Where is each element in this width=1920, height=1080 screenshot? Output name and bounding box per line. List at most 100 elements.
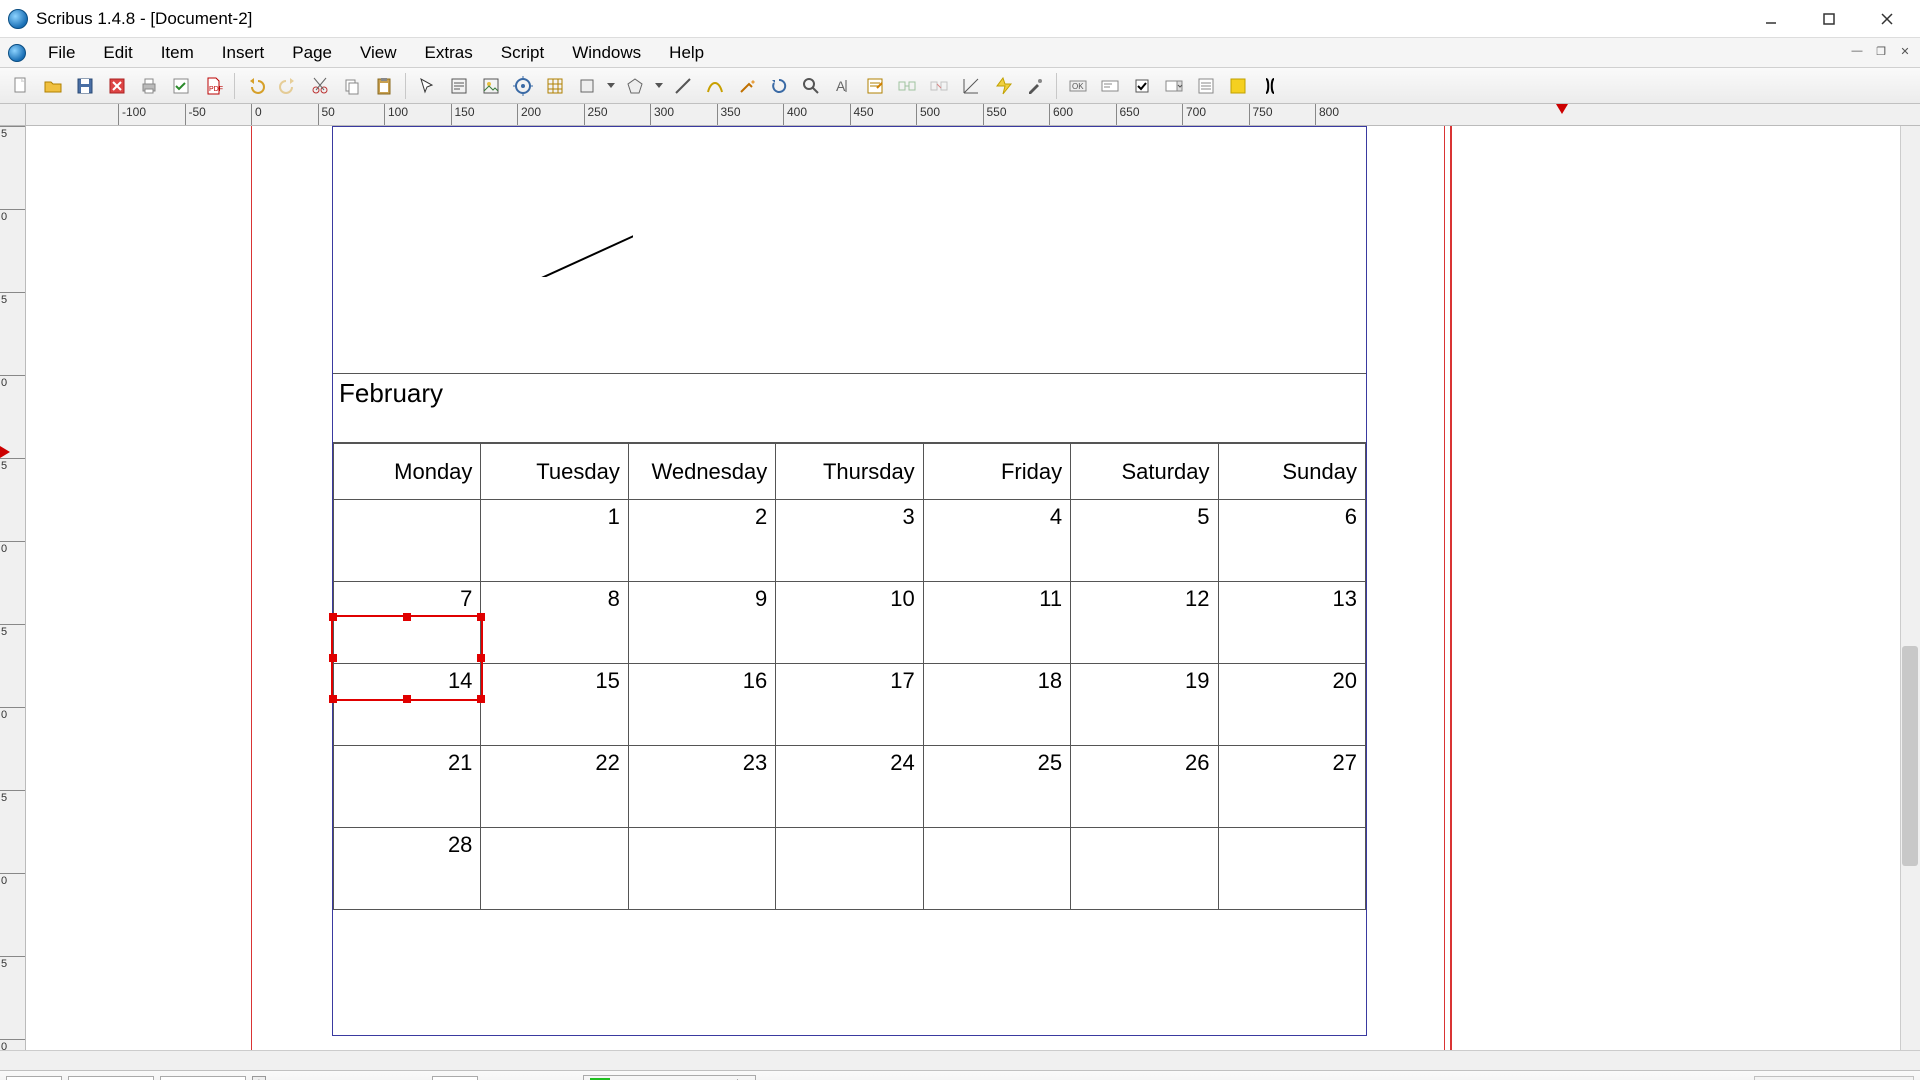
zoom-reset-icon[interactable]: 1: [304, 1075, 330, 1080]
menu-windows[interactable]: Windows: [558, 39, 655, 67]
menu-file[interactable]: File: [34, 39, 89, 67]
day-cell[interactable]: 17: [776, 664, 923, 746]
zoom-out-icon[interactable]: [272, 1075, 298, 1080]
pdf-icon[interactable]: PDF: [198, 71, 228, 101]
cut-icon[interactable]: [305, 71, 335, 101]
rotate-icon[interactable]: [764, 71, 794, 101]
preflight-icon[interactable]: [166, 71, 196, 101]
viewmode-select[interactable]: Normal: [68, 1076, 154, 1080]
day-cell[interactable]: 23: [628, 746, 775, 828]
day-cell[interactable]: [481, 828, 628, 910]
pdf-annotation-icon[interactable]: [1223, 71, 1253, 101]
shape-icon[interactable]: [572, 71, 602, 101]
menu-script[interactable]: Script: [487, 39, 558, 67]
day-cell[interactable]: 24: [776, 746, 923, 828]
menu-extras[interactable]: Extras: [411, 39, 487, 67]
redo-icon[interactable]: [273, 71, 303, 101]
next-page-icon[interactable]: [519, 1075, 545, 1080]
canvas[interactable]: February MondayTuesdayWednesdayThursdayF…: [26, 126, 1920, 1050]
link-frames-icon[interactable]: [892, 71, 922, 101]
day-cell[interactable]: 4: [923, 500, 1070, 582]
copy-icon[interactable]: [337, 71, 367, 101]
save-icon[interactable]: [70, 71, 100, 101]
menu-view[interactable]: View: [346, 39, 411, 67]
day-cell[interactable]: 9: [628, 582, 775, 664]
pdf-listbox-icon[interactable]: [1191, 71, 1221, 101]
bezier-icon[interactable]: [700, 71, 730, 101]
day-cell[interactable]: [923, 828, 1070, 910]
day-cell[interactable]: [628, 828, 775, 910]
page-select[interactable]: 1: [432, 1076, 478, 1080]
table-icon[interactable]: [540, 71, 570, 101]
month-title[interactable]: February: [333, 373, 1366, 443]
freehand-icon[interactable]: [732, 71, 762, 101]
day-cell[interactable]: [776, 828, 923, 910]
polygon-dropdown[interactable]: [652, 71, 666, 101]
horizontal-scrollbar[interactable]: [0, 1050, 1920, 1070]
day-cell[interactable]: 5: [1071, 500, 1218, 582]
text-frame-icon[interactable]: [444, 71, 474, 101]
first-page-icon[interactable]: [368, 1075, 394, 1080]
day-cell[interactable]: 1: [481, 500, 628, 582]
day-cell[interactable]: 28: [334, 828, 481, 910]
edit-text-icon[interactable]: A: [828, 71, 858, 101]
vertical-ruler[interactable]: 505050505050: [0, 126, 26, 1050]
copy-props-icon[interactable]: [988, 71, 1018, 101]
paste-icon[interactable]: [369, 71, 399, 101]
day-cell[interactable]: 10: [776, 582, 923, 664]
pdf-combobox-icon[interactable]: [1159, 71, 1189, 101]
layer-select[interactable]: Calendar ▾: [583, 1075, 756, 1080]
zoom-input[interactable]: [160, 1076, 246, 1080]
new-file-icon[interactable]: [6, 71, 36, 101]
pdf-textfield-icon[interactable]: [1095, 71, 1125, 101]
scrollbar-thumb[interactable]: [1902, 646, 1918, 866]
day-cell[interactable]: 22: [481, 746, 628, 828]
mdi-minimize[interactable]: —: [1846, 40, 1868, 62]
day-cell[interactable]: [334, 500, 481, 582]
pdf-button-icon[interactable]: OK: [1063, 71, 1093, 101]
day-cell[interactable]: 27: [1218, 746, 1365, 828]
preview-icon[interactable]: [1722, 1075, 1748, 1080]
day-cell[interactable]: 12: [1071, 582, 1218, 664]
day-cell[interactable]: [1071, 828, 1218, 910]
day-cell[interactable]: 18: [923, 664, 1070, 746]
day-cell[interactable]: 13: [1218, 582, 1365, 664]
polygon-icon[interactable]: [620, 71, 650, 101]
day-cell[interactable]: 26: [1071, 746, 1218, 828]
day-cell[interactable]: [1218, 828, 1365, 910]
print-icon[interactable]: [134, 71, 164, 101]
render-frame-icon[interactable]: [508, 71, 538, 101]
select-tool-icon[interactable]: [412, 71, 442, 101]
menu-help[interactable]: Help: [655, 39, 718, 67]
pdf-link-icon[interactable]: [1255, 71, 1285, 101]
prev-page-icon[interactable]: [400, 1075, 426, 1080]
measure-icon[interactable]: [956, 71, 986, 101]
menu-edit[interactable]: Edit: [89, 39, 146, 67]
zoom-spinner[interactable]: ▲▼: [252, 1076, 266, 1080]
horizontal-ruler[interactable]: -100-50050100150200250300350400450500550…: [26, 104, 1920, 125]
line-icon[interactable]: [668, 71, 698, 101]
day-cell[interactable]: 19: [1071, 664, 1218, 746]
day-cell[interactable]: 11: [923, 582, 1070, 664]
vertical-scrollbar[interactable]: [1900, 126, 1920, 1050]
day-cell[interactable]: 8: [481, 582, 628, 664]
image-frame-icon[interactable]: [476, 71, 506, 101]
day-cell[interactable]: 21: [334, 746, 481, 828]
day-cell[interactable]: 2: [628, 500, 775, 582]
day-cell[interactable]: 20: [1218, 664, 1365, 746]
selected-cell[interactable]: [333, 617, 481, 699]
minimize-button[interactable]: [1742, 0, 1800, 38]
day-cell[interactable]: 6: [1218, 500, 1365, 582]
close-button[interactable]: [1858, 0, 1916, 38]
day-cell[interactable]: 25: [923, 746, 1070, 828]
day-cell[interactable]: 3: [776, 500, 923, 582]
day-cell[interactable]: 15: [481, 664, 628, 746]
story-editor-icon[interactable]: [860, 71, 890, 101]
undo-icon[interactable]: [241, 71, 271, 101]
maximize-button[interactable]: [1800, 0, 1858, 38]
zoom-icon[interactable]: [796, 71, 826, 101]
open-file-icon[interactable]: [38, 71, 68, 101]
zoom-in-icon[interactable]: [336, 1075, 362, 1080]
last-page-icon[interactable]: [551, 1075, 577, 1080]
unlink-frames-icon[interactable]: [924, 71, 954, 101]
